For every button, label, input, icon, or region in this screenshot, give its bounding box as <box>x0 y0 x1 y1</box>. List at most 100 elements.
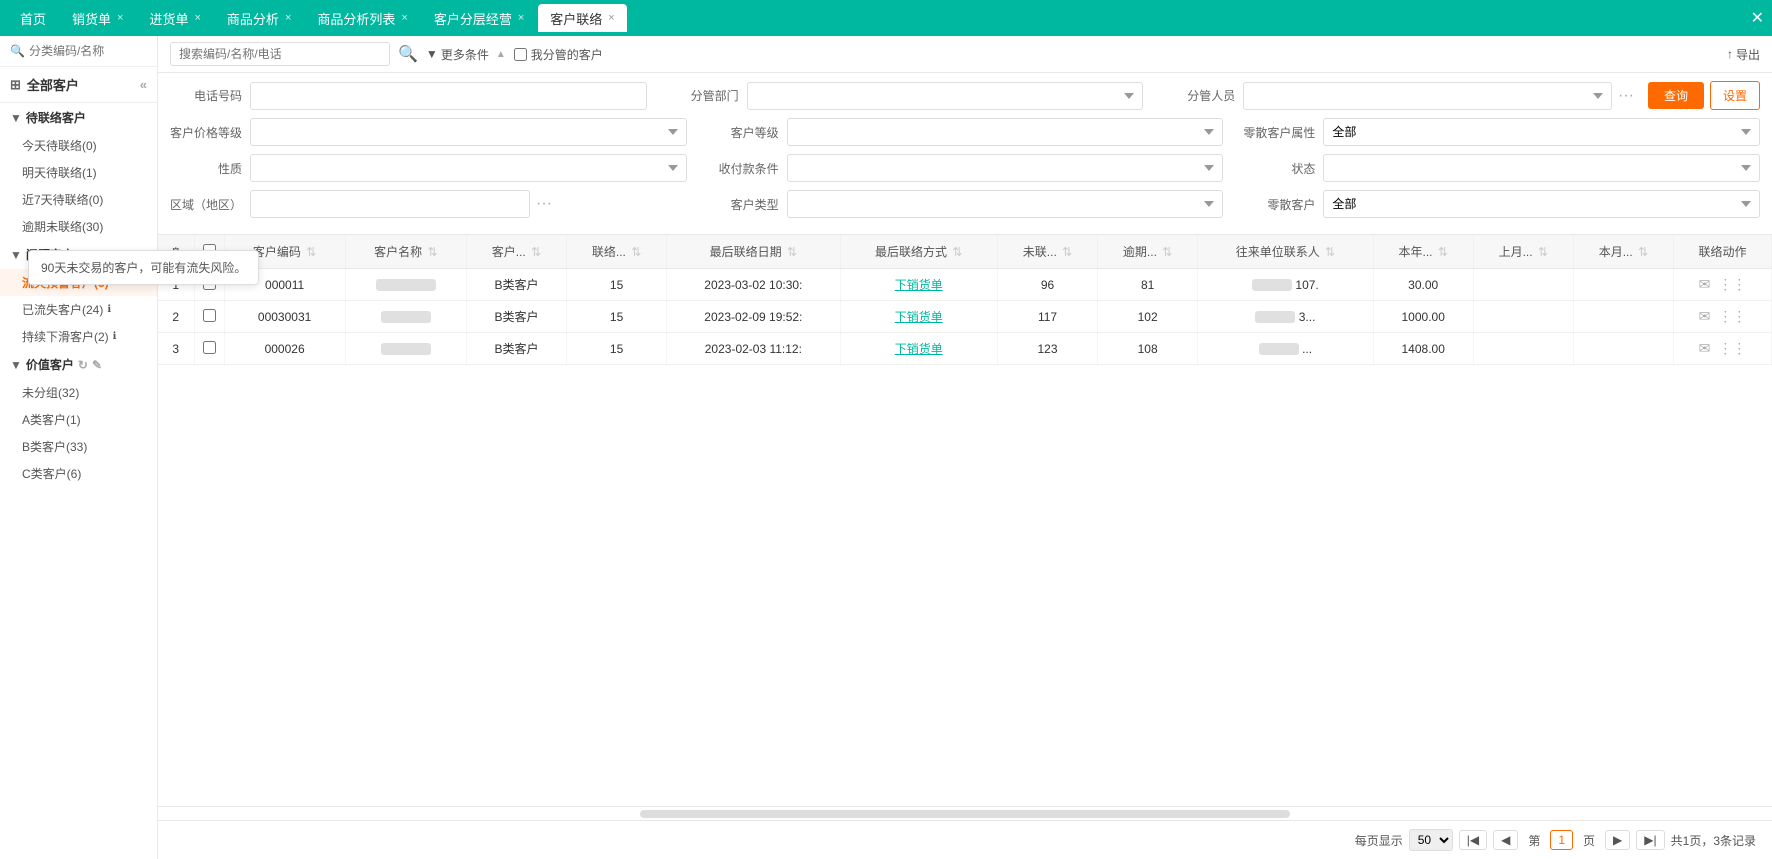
payment-select[interactable] <box>787 154 1224 182</box>
prev-page-button[interactable]: ◀ <box>1493 830 1518 850</box>
region-input[interactable] <box>250 190 530 218</box>
td-this-year: 30.00 <box>1373 269 1473 301</box>
th-unit-contact: 往来单位联系人 ⇅ <box>1198 235 1373 269</box>
sort-contact-icon[interactable]: ⇅ <box>631 245 641 259</box>
sort-unlisted-icon[interactable]: ⇅ <box>1062 245 1072 259</box>
td-unit-contact: 3... <box>1198 301 1373 333</box>
sidebar-item-tomorrow-contact[interactable]: 明天待联络(1) <box>0 159 157 186</box>
sidebar-item-overdue-contact[interactable]: 逾期未联络(30) <box>0 213 157 240</box>
sidebar-item-ungroup[interactable]: 未分组(32) <box>0 379 157 406</box>
region-more-icon[interactable]: ··· <box>530 195 558 213</box>
unit-blur-0 <box>1252 279 1292 291</box>
more-action-icon-1[interactable]: ⋮⋮ <box>1718 308 1746 325</box>
sidebar-all-customers[interactable]: ⊞ 全部客户 « <box>0 67 157 103</box>
contact-action-icon-0[interactable]: ✉ <box>1699 276 1711 293</box>
sidebar-item-class-b[interactable]: B类客户(33) <box>0 433 157 460</box>
td-checkbox[interactable] <box>194 333 224 365</box>
row-checkbox-1[interactable] <box>203 309 216 322</box>
status-select[interactable] <box>1323 154 1760 182</box>
unit-extra-0: 107. <box>1295 278 1318 292</box>
sidebar-item-today-contact[interactable]: 今天待联络(0) <box>0 132 157 159</box>
sidebar-item-class-a[interactable]: A类客户(1) <box>0 406 157 433</box>
sort-unit-icon[interactable]: ⇅ <box>1325 245 1335 259</box>
sort-code-icon[interactable]: ⇅ <box>306 245 316 259</box>
settings-button[interactable]: 设置 <box>1710 81 1760 110</box>
tab-customer-contact[interactable]: 客户联络 × <box>538 4 626 32</box>
phone-input[interactable] <box>250 82 647 110</box>
th-contact: 联络... ⇅ <box>567 235 667 269</box>
scrollbar-thumb[interactable] <box>640 810 1290 818</box>
contact-action-icon-1[interactable]: ✉ <box>1699 308 1711 325</box>
td-last-month <box>1473 333 1573 365</box>
sidebar-group-pending-header[interactable]: ▼ 待联络客户 <box>0 103 157 132</box>
tab-sales-order[interactable]: 销货单 × <box>60 4 135 32</box>
last-way-link-1[interactable]: 下销货单 <box>895 310 943 324</box>
tab-product-analysis-list[interactable]: 商品分析列表 × <box>305 4 419 32</box>
sidebar: 🔍 ⊞ 全部客户 « ▼ 待联络客户 今天待联络(0) 明天待联络(1) 近7天… <box>0 36 158 859</box>
person-select[interactable] <box>1243 82 1612 110</box>
sidebar-item-class-c[interactable]: C类客户(6) <box>0 460 157 487</box>
tab-product-analysis[interactable]: 商品分析 × <box>215 4 303 32</box>
sidebar-group-value-header[interactable]: ▼ 价值客户 ↻ ✎ <box>0 350 157 379</box>
tab-close-product-analysis-list[interactable]: × <box>401 12 407 24</box>
contact-action-icon-2[interactable]: ✉ <box>1699 340 1711 357</box>
next-page-button[interactable]: ▶ <box>1605 830 1630 850</box>
tab-close-purchase-order[interactable]: × <box>194 12 200 24</box>
price-grade-select[interactable] <box>250 118 687 146</box>
sort-this-year-icon[interactable]: ⇅ <box>1438 245 1448 259</box>
customer-grade-select[interactable] <box>787 118 1224 146</box>
row-checkbox-2[interactable] <box>203 341 216 354</box>
filter-search-button[interactable]: 🔍 <box>398 44 418 64</box>
sidebar-item-declining[interactable]: 持续下滑客户(2) ℹ <box>0 323 157 350</box>
sort-type-icon[interactable]: ⇅ <box>531 245 541 259</box>
sort-date-icon[interactable]: ⇅ <box>787 245 797 259</box>
gender-select[interactable] <box>250 154 687 182</box>
tab-close-sales-order[interactable]: × <box>117 12 123 24</box>
my-customers-checkbox[interactable] <box>514 48 527 61</box>
my-customers-checkbox-label[interactable]: 我分管的客户 <box>514 46 603 63</box>
more-action-icon-2[interactable]: ⋮⋮ <box>1718 340 1746 357</box>
tab-close-product-analysis[interactable]: × <box>285 12 291 24</box>
query-button[interactable]: 查询 <box>1648 82 1704 109</box>
td-checkbox[interactable] <box>194 301 224 333</box>
close-all-tabs-icon[interactable]: ✕ <box>1751 8 1764 28</box>
sort-name-icon[interactable]: ⇅ <box>427 245 437 259</box>
filter-search-input[interactable] <box>170 42 390 66</box>
tab-close-customer-segment[interactable]: × <box>518 12 524 24</box>
last-way-link-0[interactable]: 下销货单 <box>895 278 943 292</box>
tab-close-customer-contact[interactable]: × <box>608 12 614 24</box>
more-action-icon-0[interactable]: ⋮⋮ <box>1718 276 1746 293</box>
customer-type-select[interactable] <box>787 190 1224 218</box>
sidebar-collapse-icon[interactable]: « <box>140 77 147 92</box>
sort-this-month-icon[interactable]: ⇅ <box>1638 245 1648 259</box>
zero-customer-select[interactable]: 全部 <box>1323 190 1760 218</box>
tab-customer-segment[interactable]: 客户分层经营 × <box>422 4 536 32</box>
export-button[interactable]: ↑ 导出 <box>1727 46 1760 63</box>
zero-attr-select[interactable]: 全部 <box>1323 118 1760 146</box>
first-page-button[interactable]: |◀ <box>1459 830 1487 850</box>
sort-overdue-icon[interactable]: ⇅ <box>1162 245 1172 259</box>
last-page-button[interactable]: ▶| <box>1636 830 1664 850</box>
sidebar-item-7days-contact[interactable]: 近7天待联络(0) <box>0 186 157 213</box>
name-blur-2 <box>381 343 431 355</box>
advanced-filter-panel: 电话号码 分管部门 分管人员 ··· 查询 设置 <box>158 73 1772 235</box>
tab-purchase-order[interactable]: 进货单 × <box>137 4 212 32</box>
horizontal-scrollbar[interactable] <box>158 806 1772 820</box>
sidebar-item-churned[interactable]: 已流失客户(24) ℹ <box>0 296 157 323</box>
edit-icon[interactable]: ✎ <box>92 358 102 372</box>
refresh-icon[interactable]: ↻ <box>78 358 88 372</box>
sort-last-month-icon[interactable]: ⇅ <box>1538 245 1548 259</box>
filter-more-conditions-button[interactable]: ▼ 更多条件 ▲ <box>426 46 506 63</box>
filter-field-customer-grade: 客户等级 <box>707 118 1224 146</box>
sort-way-icon[interactable]: ⇅ <box>952 245 962 259</box>
last-way-link-2[interactable]: 下销货单 <box>895 342 943 356</box>
more-options-icon[interactable]: ··· <box>1612 87 1640 105</box>
td-unlisted: 117 <box>997 301 1097 333</box>
main-layout: 🔍 ⊞ 全部客户 « ▼ 待联络客户 今天待联络(0) 明天待联络(1) 近7天… <box>0 36 1772 859</box>
dept-select[interactable] <box>747 82 1144 110</box>
tab-homepage[interactable]: 首页 <box>8 4 58 32</box>
filter-field-gender: 性质 <box>170 154 687 182</box>
sidebar-search-input[interactable] <box>29 44 147 58</box>
td-this-month <box>1573 333 1673 365</box>
per-page-select[interactable]: 50 <box>1409 829 1453 851</box>
